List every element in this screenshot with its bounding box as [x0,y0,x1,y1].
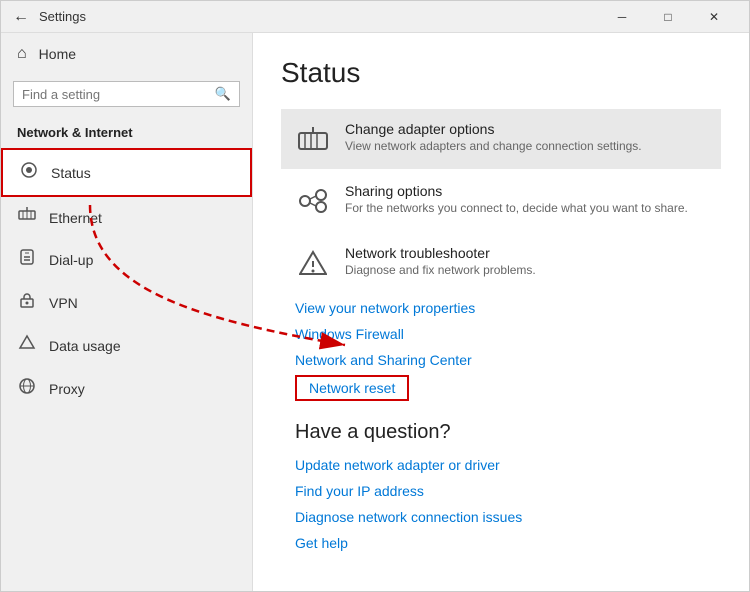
sidebar-item-dialup[interactable]: Dial-up [1,238,252,281]
change-adapter-action[interactable]: Change adapter options View network adap… [281,109,721,169]
maximize-button[interactable]: □ [645,1,691,33]
troubleshooter-text: Network troubleshooter Diagnose and fix … [345,245,536,277]
sidebar-item-ethernet[interactable]: Ethernet [1,197,252,238]
sharing-center-link[interactable]: Network and Sharing Center [281,347,721,373]
change-adapter-title: Change adapter options [345,121,642,137]
vpn-icon [17,291,37,314]
settings-window: ← Settings ─ □ ✕ ⌂ Home 🔍 Network & Inte… [0,0,750,592]
search-icon: 🔍 [215,86,231,102]
sidebar-item-data-usage[interactable]: Data usage [1,324,252,367]
home-icon: ⌂ [17,45,27,63]
sidebar-item-proxy-label: Proxy [49,381,85,397]
window-controls: ─ □ ✕ [599,1,737,33]
main-content: ⌂ Home 🔍 Network & Internet Status Ether… [1,33,749,591]
sidebar-item-proxy[interactable]: Proxy [1,367,252,410]
sharing-options-title: Sharing options [345,183,688,199]
sidebar-item-vpn[interactable]: VPN [1,281,252,324]
home-label: Home [39,46,76,62]
close-button[interactable]: ✕ [691,1,737,33]
proxy-icon [17,377,37,400]
dialup-icon [17,248,37,271]
sidebar-item-ethernet-label: Ethernet [49,210,102,226]
sidebar: ⌂ Home 🔍 Network & Internet Status Ether… [1,33,253,591]
view-properties-link[interactable]: View your network properties [281,295,721,321]
update-adapter-link[interactable]: Update network adapter or driver [281,452,721,478]
sidebar-item-data-usage-label: Data usage [49,338,121,354]
search-input[interactable] [22,87,215,102]
data-usage-icon [17,334,37,357]
diagnose-link[interactable]: Diagnose network connection issues [281,504,721,530]
change-adapter-text: Change adapter options View network adap… [345,121,642,153]
sharing-options-icon [295,183,331,219]
troubleshooter-icon [295,245,331,281]
troubleshooter-title: Network troubleshooter [345,245,536,261]
minimize-button[interactable]: ─ [599,1,645,33]
sidebar-item-status-label: Status [51,165,91,181]
change-adapter-icon [295,121,331,157]
sharing-options-text: Sharing options For the networks you con… [345,183,688,215]
back-button[interactable]: ← [13,8,29,26]
status-icon [19,160,39,185]
troubleshooter-action[interactable]: Network troubleshooter Diagnose and fix … [281,233,721,293]
change-adapter-desc: View network adapters and change connect… [345,139,642,153]
page-title: Status [281,57,721,89]
troubleshooter-desc: Diagnose and fix network problems. [345,263,536,277]
sidebar-item-home[interactable]: ⌂ Home [1,33,252,75]
find-ip-link[interactable]: Find your IP address [281,478,721,504]
network-reset-link[interactable]: Network reset [295,375,409,401]
sidebar-item-status[interactable]: Status [1,148,252,197]
ethernet-icon [17,207,37,228]
search-box[interactable]: 🔍 [13,81,240,107]
main-panel: Status Change adapter options View netwo… [253,33,749,591]
titlebar: ← Settings ─ □ ✕ [1,1,749,33]
sidebar-item-dialup-label: Dial-up [49,252,93,268]
get-help-link[interactable]: Get help [281,530,721,556]
sharing-options-desc: For the networks you connect to, decide … [345,201,688,215]
sidebar-item-vpn-label: VPN [49,295,78,311]
have-a-question-heading: Have a question? [295,421,707,444]
window-title: Settings [39,9,599,24]
sidebar-section-title: Network & Internet [1,119,252,148]
windows-firewall-link[interactable]: Windows Firewall [281,321,721,347]
sharing-options-action[interactable]: Sharing options For the networks you con… [281,171,721,231]
